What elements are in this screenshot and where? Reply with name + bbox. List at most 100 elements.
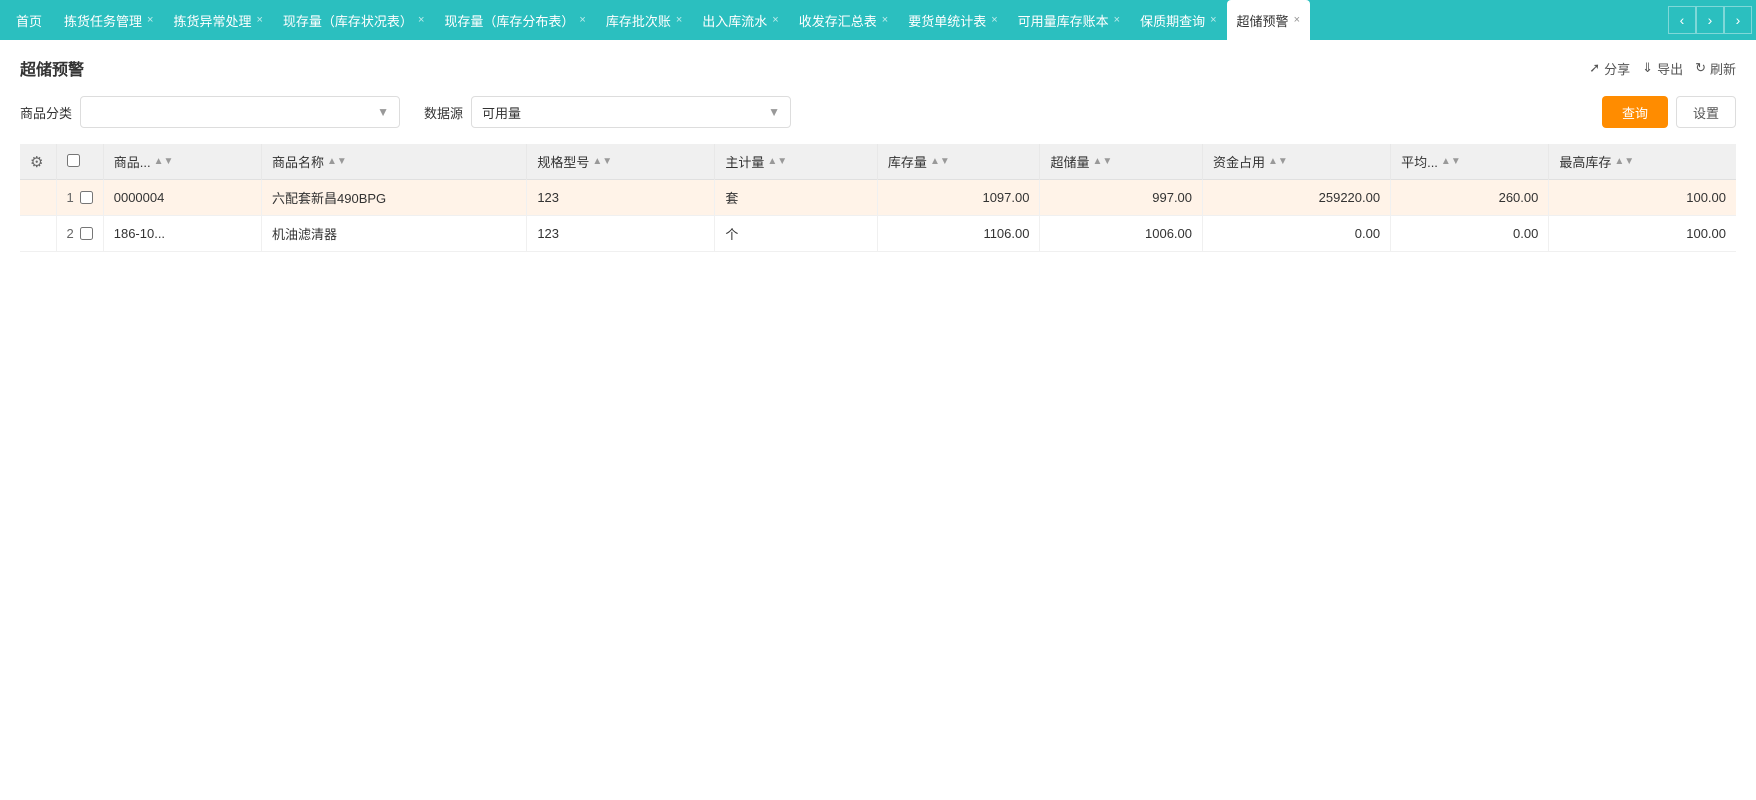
row-capital: 0.00 [1203,216,1391,252]
sort-icon-unit: ▲▼ [767,157,787,167]
sort-unit[interactable]: 主计量 ▲▼ [725,152,787,171]
sort-avg[interactable]: 平均... ▲▼ [1401,152,1461,171]
row-number: 1 [67,190,74,205]
th-product-code[interactable]: 商品... ▲▼ [103,144,261,180]
th-product-name[interactable]: 商品名称 ▲▼ [262,144,527,180]
close-tab-0[interactable]: × [147,14,153,26]
datasource-filter: 数据源 可用量 ▼ [424,96,791,128]
nav-more-button[interactable]: › [1724,6,1752,34]
select-all-checkbox[interactable] [67,154,80,167]
sort-overage[interactable]: 超储量 ▲▼ [1050,152,1112,171]
filter-bar: 商品分类 ▼ 数据源 可用量 ▼ 查询 设置 [20,96,1736,128]
th-overage[interactable]: 超储量 ▲▼ [1040,144,1203,180]
row-max-stock: 100.00 [1549,216,1736,252]
row-avg: 0.00 [1391,216,1549,252]
row-checkbox[interactable] [80,191,93,204]
settings-button[interactable]: 设置 [1676,96,1736,128]
close-tab-5[interactable]: × [772,14,778,26]
category-label: 商品分类 [20,103,72,122]
nav-tab-1[interactable]: 拣货异常处理 × [163,0,272,40]
close-tab-3[interactable]: × [579,14,585,26]
row-overage: 997.00 [1040,180,1203,216]
th-avg[interactable]: 平均... ▲▼ [1391,144,1549,180]
sort-stock[interactable]: 库存量 ▲▼ [888,152,950,171]
row-max-stock: 100.00 [1549,180,1736,216]
page-title: 超储预警 [20,56,84,80]
row-stock: 1106.00 [877,216,1040,252]
nav-tab-7[interactable]: 要货单统计表 × [898,0,1007,40]
column-settings-icon[interactable]: ⚙ [30,154,43,171]
close-tab-10[interactable]: × [1294,14,1300,26]
row-avg: 260.00 [1391,180,1549,216]
th-checkbox [56,144,103,180]
row-product-name: 机油滤清器 [262,216,527,252]
nav-tab-4[interactable]: 库存批次账 × [596,0,692,40]
th-spec[interactable]: 规格型号 ▲▼ [527,144,715,180]
th-unit[interactable]: 主计量 ▲▼ [715,144,878,180]
refresh-icon: ↻ [1695,60,1706,76]
nav-tab-6[interactable]: 收发存汇总表 × [789,0,898,40]
export-button[interactable]: ⇓ 导出 [1642,59,1683,78]
sort-icon-max-stock: ▲▼ [1614,157,1634,167]
row-spec: 123 [527,216,715,252]
nav-tab-10[interactable]: 超储预警 × [1227,0,1310,40]
th-settings: ⚙ [20,144,56,180]
nav-arrows: ‹ › › [1668,6,1752,34]
nav-tab-8[interactable]: 可用量库存账本 × [1008,0,1130,40]
sort-icon-overage: ▲▼ [1092,157,1112,167]
nav-prev-button[interactable]: ‹ [1668,6,1696,34]
sort-icon-stock: ▲▼ [930,157,950,167]
nav-next-button[interactable]: › [1696,6,1724,34]
row-spec: 123 [527,180,715,216]
header-actions: ➚ 分享 ⇓ 导出 ↻ 刷新 [1589,59,1736,78]
data-table: ⚙ 商品... ▲▼ 商品名称 ▲▼ [20,144,1736,252]
nav-tab-9[interactable]: 保质期查询 × [1130,0,1226,40]
table-row: 2 186-10... 机油滤清器 123 个 1106.00 1006.00 … [20,216,1736,252]
row-product-code: 186-10... [103,216,261,252]
sort-icon-product-code: ▲▼ [154,157,174,167]
table-row: 1 0000004 六配套新昌490BPG 123 套 1097.00 997.… [20,180,1736,216]
datasource-select[interactable]: 可用量 ▼ [471,96,791,128]
close-tab-6[interactable]: × [882,14,888,26]
th-max-stock[interactable]: 最高库存 ▲▼ [1549,144,1736,180]
sort-product-name[interactable]: 商品名称 ▲▼ [272,152,347,171]
th-capital[interactable]: 资金占用 ▲▼ [1203,144,1391,180]
close-tab-7[interactable]: × [991,14,997,26]
nav-tab-0[interactable]: 拣货任务管理 × [54,0,163,40]
category-select[interactable]: ▼ [80,96,400,128]
sort-spec[interactable]: 规格型号 ▲▼ [537,152,612,171]
nav-home[interactable]: 首页 [4,11,54,30]
row-unit: 个 [715,216,878,252]
row-settings-cell [20,216,56,252]
nav-tab-5[interactable]: 出入库流水 × [692,0,788,40]
top-navigation: 首页 拣货任务管理 × 拣货异常处理 × 现存量（库存状况表） × 现存量（库存… [0,0,1756,40]
datasource-label: 数据源 [424,103,463,122]
close-tab-4[interactable]: × [676,14,682,26]
sort-icon-avg: ▲▼ [1441,157,1461,167]
nav-tab-3[interactable]: 现存量（库存分布表） × [434,0,595,40]
sort-max-stock[interactable]: 最高库存 ▲▼ [1559,152,1634,171]
row-overage: 1006.00 [1040,216,1203,252]
th-stock[interactable]: 库存量 ▲▼ [877,144,1040,180]
sort-capital[interactable]: 资金占用 ▲▼ [1213,152,1288,171]
query-button[interactable]: 查询 [1602,96,1668,128]
nav-tab-2[interactable]: 现存量（库存状况表） × [273,0,434,40]
export-icon: ⇓ [1642,60,1653,76]
category-filter: 商品分类 ▼ [20,96,400,128]
close-tab-9[interactable]: × [1210,14,1216,26]
page-header: 超储预警 ➚ 分享 ⇓ 导出 ↻ 刷新 [20,56,1736,80]
sort-icon-spec: ▲▼ [592,157,612,167]
close-tab-2[interactable]: × [418,14,424,26]
close-tab-8[interactable]: × [1114,14,1120,26]
sort-icon-product-name: ▲▼ [327,157,347,167]
row-unit: 套 [715,180,878,216]
table-header-row: ⚙ 商品... ▲▼ 商品名称 ▲▼ [20,144,1736,180]
sort-product-code[interactable]: 商品... ▲▼ [114,152,174,171]
share-button[interactable]: ➚ 分享 [1589,59,1630,78]
filter-actions: 查询 设置 [1602,96,1736,128]
refresh-button[interactable]: ↻ 刷新 [1695,59,1736,78]
row-product-name: 六配套新昌490BPG [262,180,527,216]
datasource-value: 可用量 [482,103,521,122]
row-checkbox[interactable] [80,227,93,240]
close-tab-1[interactable]: × [256,14,262,26]
